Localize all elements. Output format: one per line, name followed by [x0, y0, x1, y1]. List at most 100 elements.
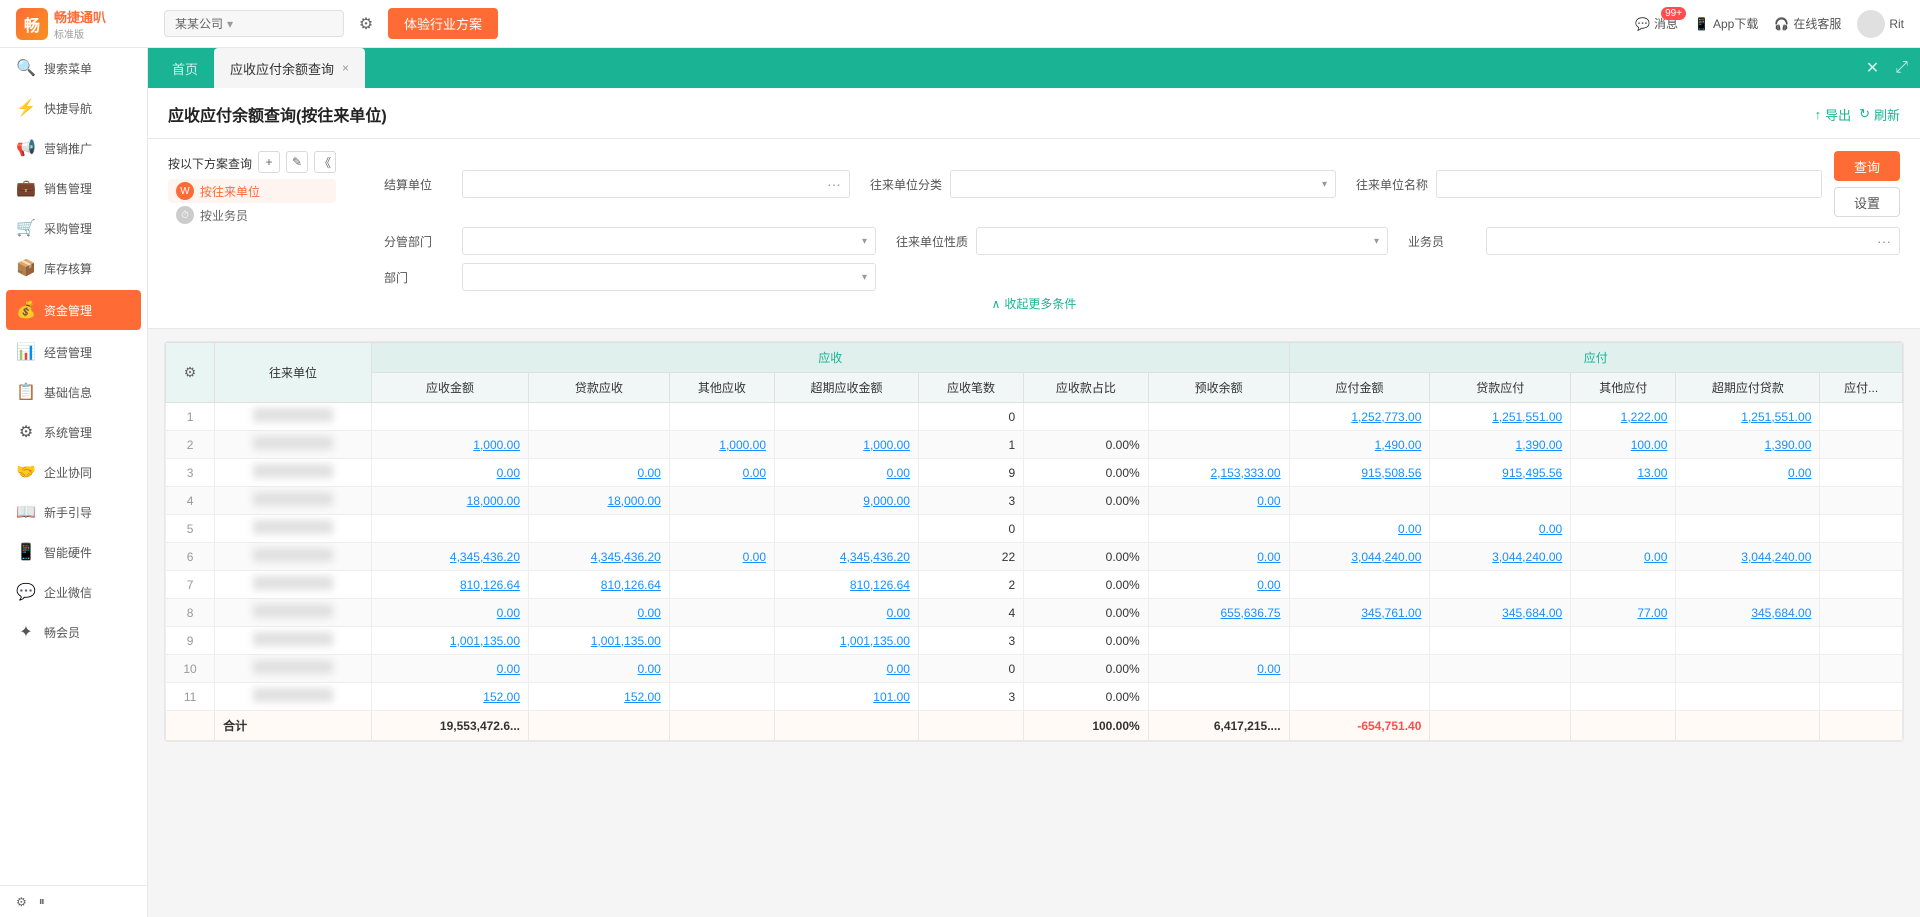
column-settings-icon[interactable]: ⚙	[184, 364, 197, 380]
table-cell[interactable]: 0.00	[1148, 655, 1289, 683]
table-cell[interactable]: 655,636.75	[1148, 599, 1289, 627]
table-cell[interactable]: 1,001,135.00	[529, 627, 670, 655]
table-cell[interactable]: 0.00	[669, 459, 774, 487]
collapse-icon[interactable]: ⏸	[39, 894, 45, 909]
settlement-input[interactable]: ···	[462, 170, 850, 198]
tab-close-icon[interactable]: ×	[342, 61, 349, 75]
sidebar-item-system[interactable]: ⚙ 系统管理	[0, 412, 147, 452]
sidebar-item-finance[interactable]: 💰 资金管理	[6, 290, 141, 330]
partner-name-input[interactable]	[1436, 170, 1822, 198]
settings-col-header[interactable]: ⚙	[166, 343, 215, 403]
table-cell[interactable]: 915,495.56	[1430, 459, 1571, 487]
table-cell[interactable]: 915,508.56	[1289, 459, 1430, 487]
query-button[interactable]: 查询	[1834, 151, 1900, 181]
scheme-by-salesman[interactable]: ⏱ 按业务员	[168, 203, 336, 227]
table-cell[interactable]: 13.00	[1571, 459, 1676, 487]
table-cell[interactable]: 0.00	[371, 655, 528, 683]
sidebar-item-inventory[interactable]: 📦 库存核算	[0, 248, 147, 288]
table-cell[interactable]: 0.00	[1148, 543, 1289, 571]
table-col-header: 应收金额 贷款应收 其他应收 超期应收金额 应收笔数 应收款占比 预收余额 应付…	[166, 373, 1903, 403]
filter-field-partner-name: 往来单位名称	[1356, 170, 1822, 198]
table-cell[interactable]: 0.00	[529, 655, 670, 683]
user-avatar[interactable]: Rit	[1857, 10, 1904, 38]
table-cell[interactable]: 1,390.00	[1676, 431, 1820, 459]
table-cell[interactable]: 2,153,333.00	[1148, 459, 1289, 487]
trial-button[interactable]: 体验行业方案	[388, 8, 498, 39]
close-window-icon[interactable]: ✕	[1862, 54, 1883, 82]
table-cell[interactable]: 100.00	[1571, 431, 1676, 459]
table-cell[interactable]: 0.00	[669, 543, 774, 571]
table-cell[interactable]: 4,345,436.20	[529, 543, 670, 571]
table-cell[interactable]: 3,044,240.00	[1289, 543, 1430, 571]
tab-ar-query[interactable]: 应收应付余额查询 ×	[214, 48, 365, 88]
dept-select[interactable]: ▾	[462, 227, 876, 255]
table-cell[interactable]: 4,345,436.20	[371, 543, 528, 571]
filter-collapse-button[interactable]: ∧ 收起更多条件	[168, 291, 1900, 316]
sidebar-item-marketing[interactable]: 📢 营销推广	[0, 128, 147, 168]
table-cell[interactable]: 3,044,240.00	[1676, 543, 1820, 571]
table-cell[interactable]: 0.00	[371, 599, 528, 627]
tab-home[interactable]: 首页	[156, 48, 214, 88]
export-button[interactable]: ↑ 导出	[1815, 105, 1852, 124]
company-selector[interactable]: 某某公司 ▾	[164, 10, 344, 37]
table-cell[interactable]: 18,000.00	[529, 487, 670, 515]
table-cell[interactable]: 0.00	[1430, 515, 1571, 543]
table-cell: 0.00%	[1024, 487, 1149, 515]
partner-nature-select[interactable]: ▾	[976, 227, 1388, 255]
settings-icon[interactable]: ⚙	[352, 10, 380, 38]
table-cell[interactable]: 345,684.00	[1676, 599, 1820, 627]
edit-scheme-button[interactable]: ✎	[286, 151, 308, 173]
sidebar-item-purchase[interactable]: 🛒 采购管理	[0, 208, 147, 248]
table-cell[interactable]: 810,126.64	[371, 571, 528, 599]
sidebar-item-guide[interactable]: 📖 新手引导	[0, 492, 147, 532]
table-cell[interactable]: 0.00	[529, 459, 670, 487]
table-cell[interactable]: 1,490.00	[1289, 431, 1430, 459]
table-cell[interactable]: 152.00	[529, 683, 670, 711]
table-cell[interactable]: 77.00	[1571, 599, 1676, 627]
sidebar-item-sales[interactable]: 💼 销售管理	[0, 168, 147, 208]
settings-bottom-icon[interactable]: ⚙	[16, 895, 27, 909]
section-select[interactable]: ▾	[462, 263, 876, 291]
sidebar-item-collaboration[interactable]: 🤝 企业协同	[0, 452, 147, 492]
add-scheme-button[interactable]: +	[258, 151, 280, 173]
sidebar-item-hardware[interactable]: 📱 智能硬件	[0, 532, 147, 572]
footer-prepaid: 6,417,215....	[1148, 711, 1289, 741]
table-cell[interactable]: 0.00	[1676, 459, 1820, 487]
app-download-button[interactable]: 📱 App下载	[1694, 15, 1758, 32]
table-cell[interactable]: 0.00	[1571, 543, 1676, 571]
salesman-input[interactable]: ···	[1486, 227, 1900, 255]
partner-category-select[interactable]: ▾	[950, 170, 1336, 198]
table-cell[interactable]: 0.00	[1148, 487, 1289, 515]
table-cell[interactable]: 0.00	[1289, 515, 1430, 543]
table-cell[interactable]: 0.00	[529, 599, 670, 627]
collapse-scheme-button[interactable]: 《	[314, 151, 336, 173]
table-cell[interactable]: 1,251,551.00	[1676, 403, 1820, 431]
settings-button[interactable]: 设置	[1834, 187, 1900, 217]
table-cell[interactable]: 152.00	[371, 683, 528, 711]
table-cell[interactable]: 18,000.00	[371, 487, 528, 515]
table-cell[interactable]: 1,222.00	[1571, 403, 1676, 431]
table-cell[interactable]: 3,044,240.00	[1430, 543, 1571, 571]
sidebar-item-wechat[interactable]: 💬 企业微信	[0, 572, 147, 612]
table-cell[interactable]: 0.00	[1148, 571, 1289, 599]
message-button[interactable]: 💬 消息 99+	[1635, 15, 1678, 32]
table-cell[interactable]: 810,126.64	[529, 571, 670, 599]
table-cell[interactable]: 0.00	[371, 459, 528, 487]
online-service-button[interactable]: 🎧 在线客服	[1774, 15, 1841, 32]
table-cell[interactable]: 1,390.00	[1430, 431, 1571, 459]
table-cell[interactable]: 1,001,135.00	[371, 627, 528, 655]
table-cell[interactable]: 1,252,773.00	[1289, 403, 1430, 431]
table-cell[interactable]: 1,000.00	[669, 431, 774, 459]
sidebar-item-search[interactable]: 🔍 搜索菜单	[0, 48, 147, 88]
sidebar-item-operations[interactable]: 📊 经营管理	[0, 332, 147, 372]
table-cell[interactable]: 345,684.00	[1430, 599, 1571, 627]
scheme-by-partner[interactable]: W 按往来单位	[168, 179, 336, 203]
table-cell[interactable]: 1,251,551.00	[1430, 403, 1571, 431]
sidebar-item-member[interactable]: ✦ 畅会员	[0, 612, 147, 652]
table-cell[interactable]: 1,000.00	[371, 431, 528, 459]
sidebar-item-quicknav[interactable]: ⚡ 快捷导航	[0, 88, 147, 128]
table-cell[interactable]: 345,761.00	[1289, 599, 1430, 627]
refresh-button[interactable]: ↻ 刷新	[1859, 105, 1900, 124]
sidebar-item-basic-info[interactable]: 📋 基础信息	[0, 372, 147, 412]
maximize-icon[interactable]: ⤢	[1891, 55, 1912, 81]
